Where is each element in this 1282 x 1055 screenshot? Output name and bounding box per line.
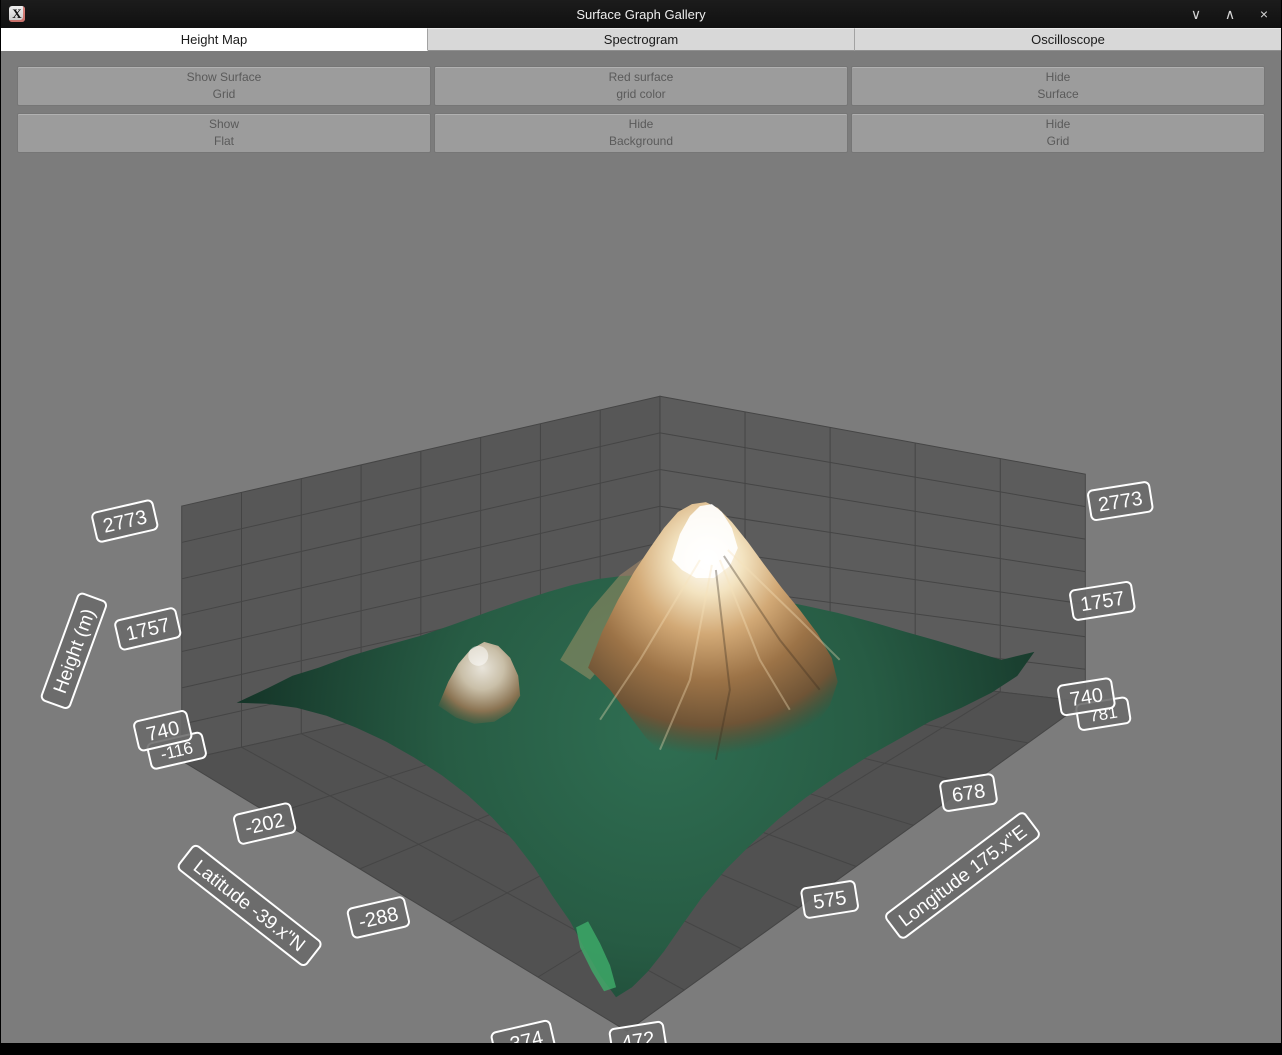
toggle-surface-button[interactable]: HideSurface bbox=[851, 66, 1265, 106]
svg-text:Longitude 175.x"E: Longitude 175.x"E bbox=[895, 822, 1031, 932]
latitude-tick-n202: -202 bbox=[233, 802, 296, 844]
height-axis-title: Height (m) bbox=[40, 592, 107, 709]
app-window: X Surface Graph Gallery ∨ ∧ × Height Map… bbox=[1, 0, 1281, 1043]
toggle-flat-button[interactable]: ShowFlat bbox=[17, 113, 431, 153]
svg-text:Latitude -39.x"N: Latitude -39.x"N bbox=[189, 856, 309, 956]
window-title: Surface Graph Gallery bbox=[1, 7, 1281, 22]
surface-3d-plot[interactable]: 2773 1757 -116 740 Height (m) - bbox=[1, 51, 1281, 1043]
longitude-axis-title: Longitude 175.x"E bbox=[884, 811, 1041, 939]
latitude-axis-title: Latitude -39.x"N bbox=[177, 844, 323, 967]
control-buttons: Show SurfaceGrid Red surfacegrid color H… bbox=[1, 51, 1281, 153]
tab-spectrogram[interactable]: Spectrogram bbox=[428, 28, 855, 51]
height-tick-2773-left: 2773 bbox=[91, 499, 158, 542]
tab-height-map[interactable]: Height Map bbox=[1, 28, 428, 51]
toggle-grid-button[interactable]: HideGrid bbox=[851, 113, 1265, 153]
surface-grid-color-button[interactable]: Red surfacegrid color bbox=[434, 66, 848, 106]
latitude-tick-n374: -374 bbox=[491, 1020, 556, 1043]
latitude-tick-n288: -288 bbox=[347, 896, 410, 938]
height-tick-2773-right: 2773 bbox=[1087, 481, 1153, 520]
height-tick-1757-left: 1757 bbox=[114, 607, 181, 650]
toggle-surface-grid-button[interactable]: Show SurfaceGrid bbox=[17, 66, 431, 106]
shade-button[interactable]: ∨ bbox=[1187, 0, 1205, 28]
title-bar[interactable]: X Surface Graph Gallery ∨ ∧ × bbox=[1, 0, 1281, 28]
maximize-button[interactable]: ∧ bbox=[1221, 0, 1239, 28]
toggle-background-button[interactable]: HideBackground bbox=[434, 113, 848, 153]
tab-oscilloscope[interactable]: Oscilloscope bbox=[855, 28, 1281, 51]
close-button[interactable]: × bbox=[1255, 0, 1273, 28]
tab-bar: Height Map Spectrogram Oscilloscope bbox=[1, 28, 1281, 51]
